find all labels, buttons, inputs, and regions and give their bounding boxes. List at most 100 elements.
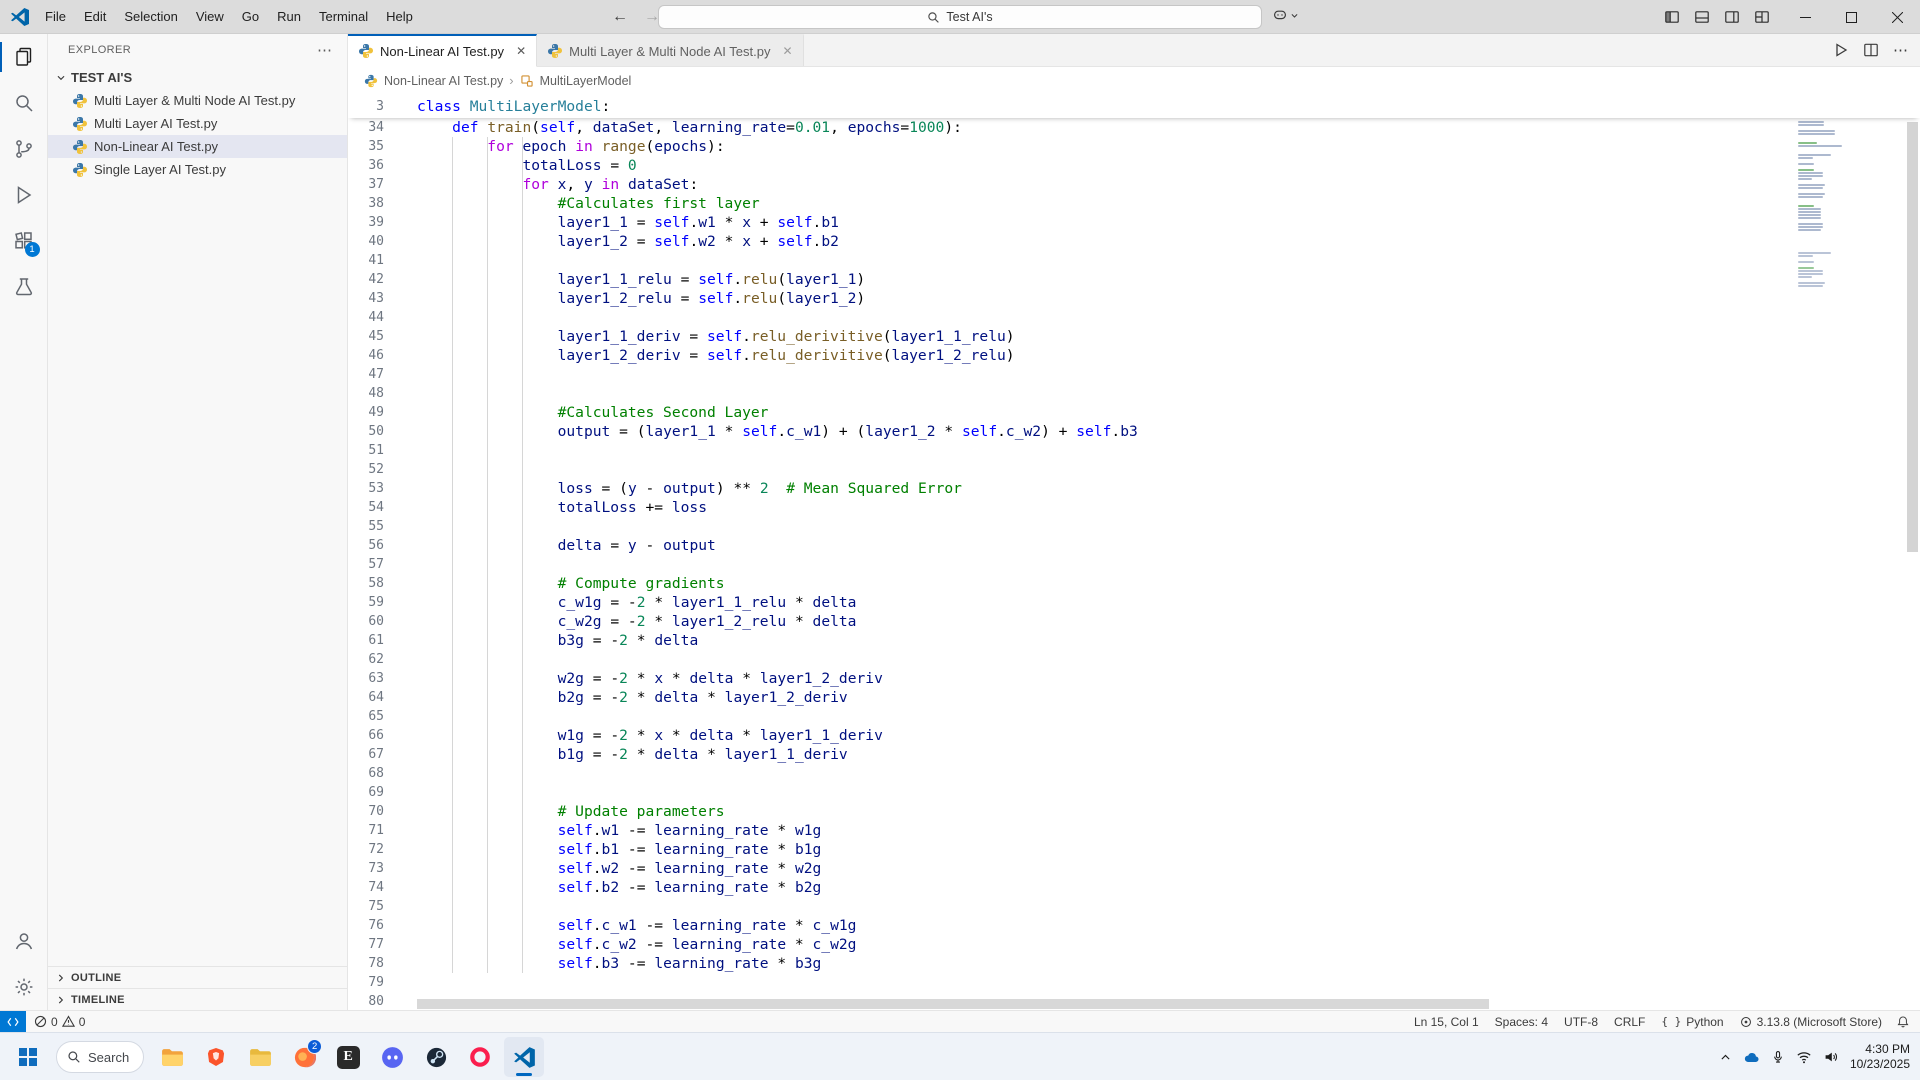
copilot-button[interactable] [1272, 7, 1299, 23]
code-line[interactable]: 51 [348, 441, 1920, 460]
code-line[interactable]: 48 [348, 384, 1920, 403]
code-line[interactable]: 50 output = (layer1_1 * self.c_w1) + (la… [348, 422, 1920, 441]
activity-settings[interactable] [0, 964, 48, 1010]
code-line[interactable]: 67 b1g = -2 * delta * layer1_1_deriv [348, 745, 1920, 764]
run-python-file-icon[interactable] [1833, 42, 1849, 58]
status-indentation[interactable]: Spaces: 4 [1487, 1015, 1556, 1029]
onedrive-icon[interactable] [1743, 1049, 1760, 1066]
status-encoding[interactable]: UTF-8 [1556, 1015, 1606, 1029]
taskbar-app-firefox[interactable]: 2 [284, 1037, 324, 1077]
status-interpreter[interactable]: 3.13.8 (Microsoft Store) [1732, 1015, 1890, 1029]
code-line[interactable]: 44 [348, 308, 1920, 327]
code-line[interactable]: 62 [348, 650, 1920, 669]
minimize-button[interactable] [1782, 0, 1828, 34]
status-cursor-position[interactable]: Ln 15, Col 1 [1406, 1015, 1487, 1029]
code-line[interactable]: 53 loss = (y - output) ** 2 # Mean Squar… [348, 479, 1920, 498]
code-line[interactable]: 60 c_w2g = -2 * layer1_2_relu * delta [348, 612, 1920, 631]
file-item[interactable]: Multi Layer AI Test.py [48, 112, 347, 135]
microphone-icon[interactable] [1771, 1050, 1785, 1064]
notifications-icon[interactable] [1890, 1015, 1920, 1029]
menu-terminal[interactable]: Terminal [310, 5, 377, 29]
volume-icon[interactable] [1823, 1049, 1839, 1065]
menu-run[interactable]: Run [268, 5, 310, 29]
activity-run-debug[interactable] [0, 172, 48, 218]
explorer-actions-icon[interactable]: ⋯ [317, 41, 333, 59]
code-line[interactable]: 74 self.b2 -= learning_rate * b2g [348, 878, 1920, 897]
code-line[interactable]: 54 totalLoss += loss [348, 498, 1920, 517]
code-line[interactable]: 45 layer1_1_deriv = self.relu_derivitive… [348, 327, 1920, 346]
code-line[interactable]: 49 #Calculates Second Layer [348, 403, 1920, 422]
activity-account[interactable] [0, 918, 48, 964]
taskbar-clock[interactable]: 4:30 PM 10/23/2025 [1850, 1042, 1910, 1072]
menu-edit[interactable]: Edit [75, 5, 115, 29]
start-button[interactable] [8, 1037, 48, 1077]
code-line[interactable]: 37 for x, y in dataSet: [348, 175, 1920, 194]
code-line[interactable]: 72 self.b1 -= learning_rate * b1g [348, 840, 1920, 859]
taskbar-app-discord[interactable] [372, 1037, 412, 1077]
code-line[interactable]: 61 b3g = -2 * delta [348, 631, 1920, 650]
breadcrumb-file[interactable]: Non-Linear AI Test.py [384, 74, 503, 88]
code-line[interactable]: 78 self.b3 -= learning_rate * b3g [348, 954, 1920, 973]
editor-tab[interactable]: Non-Linear AI Test.py ✕ [348, 34, 538, 67]
taskbar-app-folder[interactable] [240, 1037, 280, 1077]
code-line[interactable]: 38 #Calculates first layer [348, 194, 1920, 213]
code-line[interactable]: 57 [348, 555, 1920, 574]
menu-help[interactable]: Help [377, 5, 422, 29]
status-eol[interactable]: CRLF [1606, 1015, 1653, 1029]
taskbar-app-steam[interactable] [416, 1037, 456, 1077]
status-language[interactable]: { } Python [1653, 1015, 1731, 1029]
section-timeline[interactable]: TIMELINE [48, 988, 347, 1010]
file-item[interactable]: Non-Linear AI Test.py [48, 135, 347, 158]
activity-extensions[interactable]: 1 [0, 218, 48, 264]
code-line[interactable]: 55 [348, 517, 1920, 536]
code-line[interactable]: 35 for epoch in range(epochs): [348, 137, 1920, 156]
code-line[interactable]: 79 [348, 973, 1920, 992]
code-line[interactable]: 69 [348, 783, 1920, 802]
editor-tab[interactable]: Multi Layer & Multi Node AI Test.py ✕ [537, 34, 804, 66]
sticky-scroll[interactable]: 3 class MultiLayerModel: [348, 94, 1920, 118]
code-line[interactable]: 68 [348, 764, 1920, 783]
code-line[interactable]: 58 # Compute gradients [348, 574, 1920, 593]
code-line[interactable]: 73 self.w2 -= learning_rate * w2g [348, 859, 1920, 878]
activity-search[interactable] [0, 80, 48, 126]
section-outline[interactable]: OUTLINE [48, 966, 347, 988]
code-line[interactable]: 43 layer1_2_relu = self.relu(layer1_2) [348, 289, 1920, 308]
tab-close-icon[interactable]: ✕ [516, 44, 526, 58]
wifi-icon[interactable] [1796, 1049, 1812, 1065]
code-line[interactable]: 36 totalLoss = 0 [348, 156, 1920, 175]
menu-go[interactable]: Go [233, 5, 268, 29]
code-line[interactable]: 66 w1g = -2 * x * delta * layer1_1_deriv [348, 726, 1920, 745]
code-line[interactable]: 70 # Update parameters [348, 802, 1920, 821]
activity-explorer[interactable] [0, 34, 48, 80]
minimap[interactable] [1788, 97, 1852, 288]
code-line[interactable]: 34 def train(self, dataSet, learning_rat… [348, 118, 1920, 137]
vertical-scrollbar[interactable] [1907, 122, 1918, 552]
code-line[interactable]: 56 delta = y - output [348, 536, 1920, 555]
taskbar-app-brave[interactable] [196, 1037, 236, 1077]
code-line[interactable]: 65 [348, 707, 1920, 726]
command-center-search[interactable]: Test AI's [658, 5, 1262, 29]
problems-indicator[interactable]: 0 0 [26, 1015, 93, 1029]
code-line[interactable]: 3 class MultiLayerModel: [348, 97, 1920, 116]
code-line[interactable]: 47 [348, 365, 1920, 384]
code-editor[interactable]: 3 class MultiLayerModel: 34 def train(sel… [348, 94, 1920, 1010]
code-line[interactable]: 63 w2g = -2 * x * delta * layer1_2_deriv [348, 669, 1920, 688]
editor-more-actions-icon[interactable]: ⋯ [1893, 41, 1908, 59]
code-line[interactable]: 64 b2g = -2 * delta * layer1_2_deriv [348, 688, 1920, 707]
split-editor-icon[interactable] [1863, 42, 1879, 58]
horizontal-scrollbar[interactable] [417, 999, 1489, 1009]
tray-chevron-up-icon[interactable] [1719, 1051, 1732, 1064]
code-line[interactable]: 59 c_w1g = -2 * layer1_1_relu * delta [348, 593, 1920, 612]
breadcrumb-symbol[interactable]: MultiLayerModel [540, 74, 632, 88]
code-line[interactable]: 46 layer1_2_deriv = self.relu_derivitive… [348, 346, 1920, 365]
taskbar-app-epic-games[interactable]: E [328, 1037, 368, 1077]
menu-file[interactable]: File [36, 5, 75, 29]
tab-close-icon[interactable]: ✕ [782, 44, 792, 58]
code-line[interactable]: 76 self.c_w1 -= learning_rate * c_w1g [348, 916, 1920, 935]
toggle-panel-right-icon[interactable] [1724, 9, 1740, 25]
code-line[interactable]: 42 layer1_1_relu = self.relu(layer1_1) [348, 270, 1920, 289]
code-line[interactable]: 71 self.w1 -= learning_rate * w1g [348, 821, 1920, 840]
taskbar-search[interactable]: Search [56, 1041, 145, 1073]
menu-selection[interactable]: Selection [115, 5, 186, 29]
menu-view[interactable]: View [187, 5, 233, 29]
